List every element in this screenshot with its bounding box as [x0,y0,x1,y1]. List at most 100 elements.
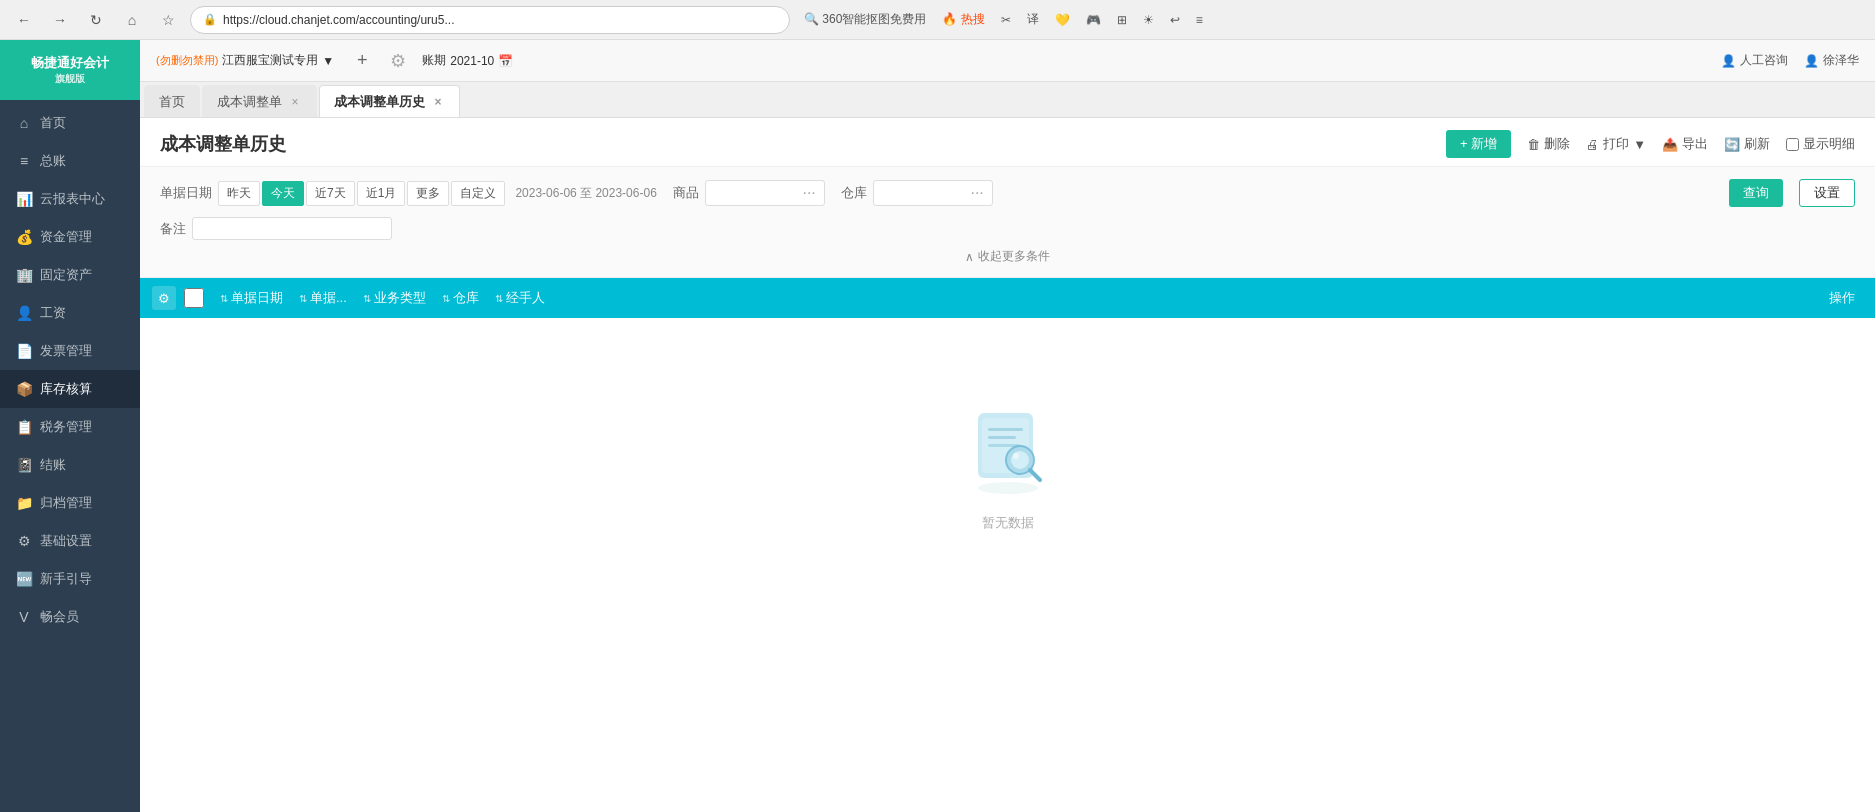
table-settings-icon[interactable]: ⚙ [152,286,176,310]
warehouse-label: 仓库 [841,184,867,202]
settings-tab-icon[interactable]: ⚙ [390,50,406,72]
date-range: 2023-06-06 至 2023-06-06 [515,185,656,202]
top-bar-right: 👤 人工咨询 👤 徐泽华 [1721,52,1859,69]
select-all-checkbox[interactable] [184,288,204,308]
sidebar-item-home[interactable]: ⌂ 首页 [0,104,140,142]
warehouse-filter: 仓库 ··· [841,180,993,206]
reports-icon: 📊 [16,191,32,207]
translate-tool[interactable]: 译 [1021,9,1045,30]
sidebar-item-ledger[interactable]: ≡ 总账 [0,142,140,180]
apps-tool[interactable]: ⊞ [1111,11,1133,29]
warehouse-select[interactable]: ··· [873,180,993,206]
wallet-tool[interactable]: 💛 [1049,11,1076,29]
browser-tools: 🔍 360智能抠图免费用 🔥 热搜 ✂ 译 💛 🎮 ⊞ ☀ ↩ ≡ [798,9,1209,30]
home-button[interactable]: ⌂ [118,6,146,34]
sidebar-item-guide[interactable]: 🆕 新手引导 [0,560,140,598]
svg-point-9 [1013,453,1019,459]
sidebar-item-inventory[interactable]: 📦 库存核算 [0,370,140,408]
inventory-icon: 📦 [16,381,32,397]
sidebar-item-label: 资金管理 [40,228,92,246]
date-filter: 单据日期 昨天 今天 近7天 近1月 更多 自定义 2023-06-06 至 2… [160,181,657,206]
tab-cost-adjust[interactable]: 成本调整单 × [202,85,317,117]
sidebar-item-label: 税务管理 [40,418,92,436]
sidebar-item-fixed-assets[interactable]: 🏢 固定资产 [0,256,140,294]
remark-label: 备注 [160,220,186,238]
sidebar-item-funds[interactable]: 💰 资金管理 [0,218,140,256]
custom-btn[interactable]: 自定义 [451,181,505,206]
product-dots: ··· [802,184,815,202]
theme-tool[interactable]: ☀ [1137,11,1160,29]
th-handler[interactable]: ⇅ 经手人 [487,289,553,307]
warehouse-dots: ··· [970,184,983,202]
refresh-button[interactable]: 🔄 刷新 [1724,135,1770,153]
period-value: 2021-10 [450,54,494,68]
print-button[interactable]: 🖨 打印 ▼ [1586,135,1646,153]
remark-filter: 备注 [160,217,392,240]
reload-button[interactable]: ↻ [82,6,110,34]
setting-button[interactable]: 设置 [1799,179,1855,207]
collapse-button[interactable]: ∧ 收起更多条件 [965,248,1050,265]
sidebar-item-member[interactable]: V 畅会员 [0,598,140,636]
sidebar-item-label: 库存核算 [40,380,92,398]
yesterday-btn[interactable]: 昨天 [218,181,260,206]
tab-cost-adjust-close[interactable]: × [288,95,302,109]
undo-tool[interactable]: ↩ [1164,11,1186,29]
th-type[interactable]: ⇅ 业务类型 [355,289,434,307]
address-bar[interactable]: 🔒 https://cloud.chanjet.com/accounting/u… [190,6,790,34]
table-toolbar: ⚙ ⇅ 单据日期 ⇅ 单据... ⇅ 业务类型 [140,278,1875,318]
print-icon: 🖨 [1586,137,1599,152]
tab-cost-adjust-history-close[interactable]: × [431,95,445,109]
hot-search[interactable]: 🔥 热搜 [936,9,990,30]
company-selector[interactable]: (勿删勿禁用) 江西服宝测试专用 ▼ [156,52,334,69]
sidebar-item-label: 发票管理 [40,342,92,360]
sidebar-item-closing[interactable]: 📓 结账 [0,446,140,484]
month-btn[interactable]: 近1月 [357,181,406,206]
back-button[interactable]: ← [10,6,38,34]
sidebar-item-reports[interactable]: 📊 云报表中心 [0,180,140,218]
page-content: 成本调整单历史 + 新增 🗑 删除 🖨 打印 ▼ 📤 导出 [140,118,1875,812]
sidebar-item-archive[interactable]: 📁 归档管理 [0,484,140,522]
th-date[interactable]: ⇅ 单据日期 [212,289,291,307]
remark-input[interactable] [192,217,392,240]
week-btn[interactable]: 近7天 [306,181,355,206]
tab-cost-adjust-history[interactable]: 成本调整单历史 × [319,85,460,117]
forward-button[interactable]: → [46,6,74,34]
game-tool[interactable]: 🎮 [1080,11,1107,29]
today-btn[interactable]: 今天 [262,181,304,206]
more-btn[interactable]: 更多 [407,181,449,206]
show-detail-checkbox[interactable] [1786,138,1799,151]
product-select[interactable]: ··· [705,180,825,206]
sort-icon: ⇅ [363,293,371,304]
user-profile-btn[interactable]: 👤 徐泽华 [1804,52,1859,69]
sidebar-item-settings[interactable]: ⚙ 基础设置 [0,522,140,560]
top-bar: (勿删勿禁用) 江西服宝测试专用 ▼ + ⚙ 账期 2021-10 📅 👤 人工… [140,40,1875,82]
period-info: 账期 2021-10 📅 [422,52,513,69]
sidebar-item-tax[interactable]: 📋 税务管理 [0,408,140,446]
query-button[interactable]: 查询 [1729,179,1783,207]
tab-home[interactable]: 首页 [144,85,200,117]
delete-button[interactable]: 🗑 删除 [1527,135,1570,153]
show-detail-text: 显示明细 [1803,135,1855,153]
sidebar-item-payroll[interactable]: 👤 工资 [0,294,140,332]
sidebar-item-invoices[interactable]: 📄 发票管理 [0,332,140,370]
product-filter: 商品 ··· [673,180,825,206]
member-icon: V [16,609,32,625]
table-header-cols: ⇅ 单据日期 ⇅ 单据... ⇅ 业务类型 ⇅ 仓库 [212,289,1821,307]
th-warehouse[interactable]: ⇅ 仓库 [434,289,487,307]
sort-icon: ⇅ [299,293,307,304]
search-tool[interactable]: 🔍 360智能抠图免费用 [798,9,932,30]
empty-icon [958,398,1058,498]
show-detail-label[interactable]: 显示明细 [1786,135,1855,153]
sidebar-item-label: 云报表中心 [40,190,105,208]
th-number[interactable]: ⇅ 单据... [291,289,355,307]
scissors-tool[interactable]: ✂ [995,11,1017,29]
lock-icon: 🔒 [203,13,217,26]
add-tab-button[interactable]: + [350,49,374,73]
bookmark-button[interactable]: ☆ [154,6,182,34]
menu-tool[interactable]: ≡ [1190,11,1209,29]
avatar-icon: 👤 [1804,54,1819,68]
export-button[interactable]: 📤 导出 [1662,135,1708,153]
new-button[interactable]: + 新增 [1446,130,1511,158]
sort-icon: ⇅ [220,293,228,304]
user-service-btn[interactable]: 👤 人工咨询 [1721,52,1788,69]
